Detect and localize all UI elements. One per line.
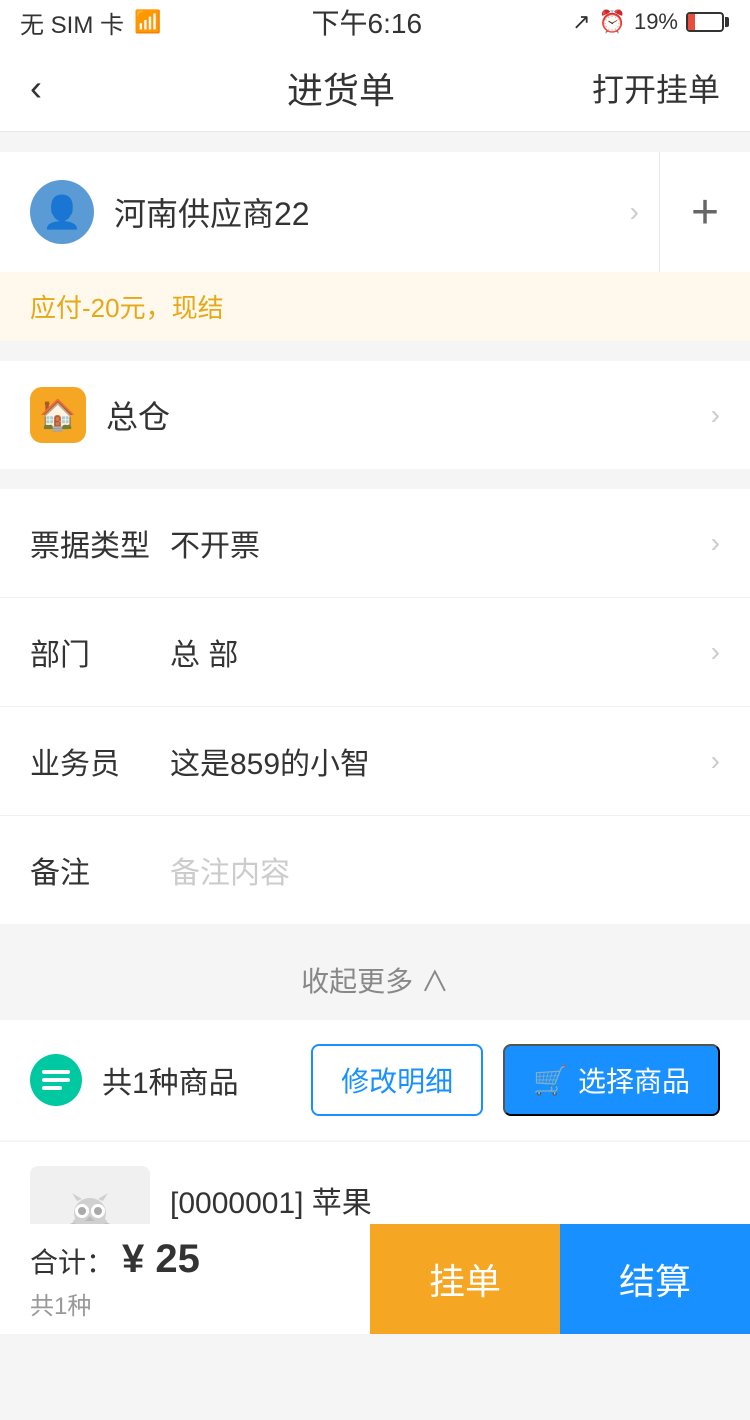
carrier-text: 无 SIM 卡 bbox=[20, 5, 124, 40]
notice-bar: 应付-20元，现结 bbox=[0, 272, 750, 341]
status-bar: 无 SIM 卡 📶 下午6:16 ↗ ⏰ 19% bbox=[0, 0, 750, 44]
sales-arrow-icon: › bbox=[711, 745, 720, 777]
products-header: 共1种商品 修改明细 🛒 选择商品 bbox=[0, 1020, 750, 1140]
status-left: 无 SIM 卡 📶 bbox=[20, 5, 161, 40]
dept-arrow-icon: › bbox=[711, 636, 720, 668]
battery-percent: 19% bbox=[634, 9, 678, 35]
warehouse-section[interactable]: 🏠 总仓 › bbox=[0, 361, 750, 469]
nav-bar: ‹ 进货单 打开挂单 bbox=[0, 44, 750, 132]
sales-label: 业务员 bbox=[30, 739, 170, 783]
checkout-button[interactable]: 结算 bbox=[560, 1224, 750, 1334]
select-icon: 🛒 bbox=[533, 1064, 568, 1097]
total-section: 合计： ¥ 25 共1种 bbox=[0, 1224, 370, 1334]
back-button[interactable]: ‹ bbox=[30, 67, 90, 109]
product-count-icon bbox=[30, 1054, 82, 1106]
page-title: 进货单 bbox=[90, 62, 592, 114]
product-name: [0000001] 苹果 bbox=[170, 1178, 648, 1222]
add-supplier-button[interactable]: + bbox=[660, 152, 750, 272]
invoice-value: 不开票 bbox=[170, 521, 711, 565]
invoice-row[interactable]: 票据类型 不开票 › bbox=[0, 489, 750, 598]
select-label: 选择商品 bbox=[578, 1060, 690, 1100]
invoice-label: 票据类型 bbox=[30, 521, 170, 565]
pending-button[interactable]: 挂单 bbox=[370, 1224, 560, 1334]
dept-value: 总 部 bbox=[170, 630, 711, 674]
form-section: 票据类型 不开票 › 部门 总 部 › 业务员 这是859的小智 › 备注 备注… bbox=[0, 489, 750, 924]
alarm-icon: ⏰ bbox=[599, 9, 626, 35]
total-sub: 共1种 bbox=[30, 1286, 340, 1321]
supplier-section: 👤 河南供应商22 › + bbox=[0, 152, 750, 272]
remark-row[interactable]: 备注 备注内容 bbox=[0, 816, 750, 924]
supplier-selector[interactable]: 👤 河南供应商22 › bbox=[0, 152, 660, 272]
modify-detail-button[interactable]: 修改明细 bbox=[311, 1044, 483, 1116]
collapse-label: 收起更多 ∧ bbox=[301, 960, 449, 1000]
status-time: 下午6:16 bbox=[312, 2, 423, 42]
wifi-icon: 📶 bbox=[134, 9, 161, 35]
remark-label: 备注 bbox=[30, 848, 170, 892]
sales-value: 这是859的小智 bbox=[170, 739, 711, 783]
select-product-button[interactable]: 🛒 选择商品 bbox=[503, 1044, 720, 1116]
house-icon: 🏠 bbox=[39, 398, 76, 433]
remark-placeholder: 备注内容 bbox=[170, 848, 720, 892]
section-gap-1 bbox=[0, 132, 750, 152]
battery-icon bbox=[686, 11, 730, 33]
sales-row[interactable]: 业务员 这是859的小智 › bbox=[0, 707, 750, 816]
location-icon: ↗ bbox=[572, 9, 590, 35]
bottom-bar: 合计： ¥ 25 共1种 挂单 结算 bbox=[0, 1224, 750, 1334]
warehouse-icon: 🏠 bbox=[30, 387, 86, 443]
open-pending-button[interactable]: 打开挂单 bbox=[592, 65, 720, 111]
dept-row[interactable]: 部门 总 部 › bbox=[0, 598, 750, 707]
product-count-text: 共1种商品 bbox=[102, 1058, 291, 1102]
total-amount: ¥ 25 bbox=[122, 1237, 200, 1282]
invoice-arrow-icon: › bbox=[711, 527, 720, 559]
warehouse-arrow-icon: › bbox=[711, 399, 720, 431]
total-main: 合计： ¥ 25 bbox=[30, 1237, 340, 1282]
collapse-bar[interactable]: 收起更多 ∧ bbox=[0, 944, 750, 1016]
supplier-avatar: 👤 bbox=[30, 180, 94, 244]
product-title: 苹果 bbox=[312, 1187, 372, 1220]
supplier-arrow-icon: › bbox=[630, 196, 659, 228]
dept-label: 部门 bbox=[30, 630, 170, 674]
product-id: [0000001] bbox=[170, 1187, 312, 1220]
avatar-icon: 👤 bbox=[42, 193, 82, 231]
total-label: 合计： bbox=[30, 1241, 114, 1281]
status-right: ↗ ⏰ 19% bbox=[572, 9, 730, 35]
supplier-name: 河南供应商22 bbox=[114, 189, 610, 235]
warehouse-name: 总仓 bbox=[106, 392, 691, 438]
